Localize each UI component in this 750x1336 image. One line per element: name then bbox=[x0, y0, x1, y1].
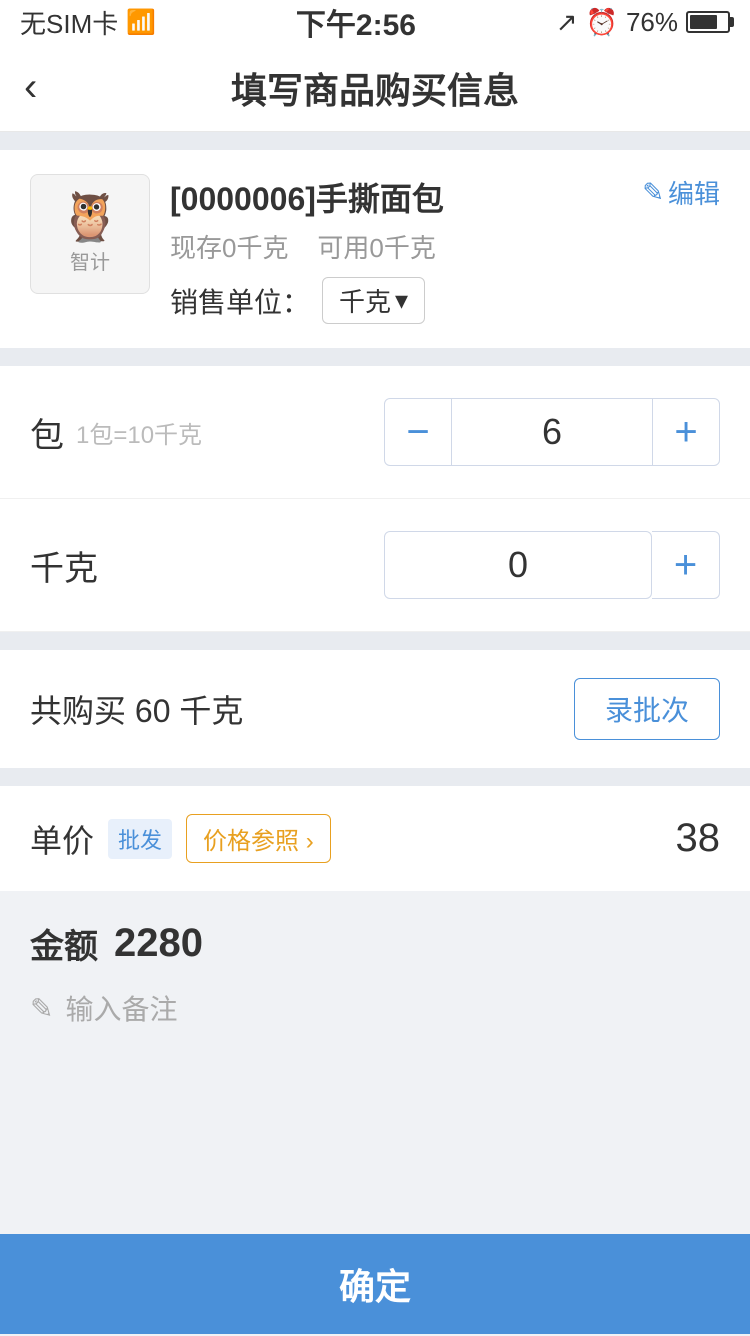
amount-section: 金额 2280 ✎ 输入备注 bbox=[0, 891, 750, 1056]
unit-dropdown[interactable]: 千克 ▾ bbox=[322, 277, 425, 324]
price-value: 38 bbox=[676, 816, 721, 861]
top-divider bbox=[0, 132, 750, 150]
product-title: 手撕面包 bbox=[316, 181, 444, 217]
total-row: 共购买 60 千克 录批次 bbox=[0, 650, 750, 768]
bao-increment-button[interactable]: + bbox=[652, 398, 720, 466]
product-thumb-icon: 🦉 bbox=[60, 194, 120, 242]
product-unit-row: 销售单位： 千克 ▾ bbox=[170, 277, 720, 324]
wifi-icon: 📶 bbox=[126, 8, 156, 37]
bao-quantity-control: − + bbox=[384, 398, 720, 466]
product-stock: 现存0千克 可用0千克 bbox=[170, 228, 720, 265]
kg-quantity-control: + bbox=[384, 531, 720, 599]
product-name: [0000006]手撕面包 bbox=[170, 174, 444, 220]
product-header: [0000006]手撕面包 ✎ 编辑 bbox=[170, 174, 720, 220]
product-info: [0000006]手撕面包 ✎ 编辑 现存0千克 可用0千克 销售单位： 千克 … bbox=[170, 174, 720, 324]
edit-label: 编辑 bbox=[668, 174, 720, 211]
amount-row: 金额 2280 bbox=[30, 919, 720, 968]
status-bar: 无SIM卡 📶 下午2:56 ↗ ⏰ 76% bbox=[0, 0, 750, 44]
price-label: 单价 bbox=[30, 816, 94, 862]
note-placeholder: 输入备注 bbox=[65, 988, 177, 1028]
bao-hint: 1包=10千克 bbox=[76, 415, 202, 450]
price-label-row: 单价 批发 价格参照 › bbox=[30, 814, 331, 863]
edit-icon: ✎ bbox=[642, 177, 664, 208]
price-section: 单价 批发 价格参照 › 38 bbox=[0, 786, 750, 891]
product-thumb-label: 智计 bbox=[70, 246, 110, 275]
carrier-text: 无SIM卡 bbox=[20, 4, 118, 41]
gps-icon: ↗ bbox=[556, 7, 578, 38]
total-text: 共购买 60 千克 bbox=[30, 686, 243, 732]
confirm-button[interactable]: 确定 bbox=[0, 1234, 750, 1334]
quantity-bao-section: 包 1包=10千克 − + bbox=[0, 366, 750, 499]
status-carrier: 无SIM卡 📶 bbox=[20, 4, 156, 41]
dropdown-arrow-icon: ▾ bbox=[395, 285, 408, 316]
mid-divider-2 bbox=[0, 632, 750, 650]
mid-divider-1 bbox=[0, 348, 750, 366]
status-right: ↗ ⏰ 76% bbox=[556, 7, 730, 38]
current-stock: 现存0千克 bbox=[170, 233, 288, 263]
mid-divider-3 bbox=[0, 768, 750, 786]
back-button[interactable]: ‹ bbox=[24, 65, 37, 110]
status-time: 下午2:56 bbox=[296, 0, 416, 44]
amount-label: 金额 bbox=[30, 919, 98, 968]
bao-decrement-button[interactable]: − bbox=[384, 398, 452, 466]
edit-button[interactable]: ✎ 编辑 bbox=[642, 174, 720, 211]
available-stock: 可用0千克 bbox=[317, 233, 435, 263]
bao-quantity-input[interactable] bbox=[452, 398, 652, 466]
product-card: 🦉 智计 [0000006]手撕面包 ✎ 编辑 现存0千克 可用0千克 销售单位… bbox=[0, 150, 750, 348]
battery-icon bbox=[686, 11, 730, 33]
nav-bar: ‹ 填写商品购买信息 bbox=[0, 44, 750, 132]
kg-label-row: 千克 bbox=[30, 541, 98, 590]
unit-label: 销售单位： bbox=[170, 281, 310, 321]
bao-label-row: 包 1包=10千克 bbox=[30, 408, 202, 457]
batch-record-button[interactable]: 录批次 bbox=[574, 678, 720, 740]
quantity-kg-section: 千克 + bbox=[0, 499, 750, 632]
unit-value: 千克 bbox=[339, 282, 391, 319]
page-title: 填写商品购买信息 bbox=[231, 62, 519, 114]
kg-quantity-input[interactable] bbox=[384, 531, 652, 599]
battery-percent: 76% bbox=[626, 7, 678, 38]
amount-value: 2280 bbox=[114, 921, 203, 966]
note-icon: ✎ bbox=[30, 992, 53, 1025]
kg-label: 千克 bbox=[30, 541, 98, 590]
alarm-icon: ⏰ bbox=[586, 7, 618, 38]
kg-increment-button[interactable]: + bbox=[652, 531, 720, 599]
note-row[interactable]: ✎ 输入备注 bbox=[30, 988, 720, 1028]
product-thumbnail: 🦉 智计 bbox=[30, 174, 150, 294]
price-reference-button[interactable]: 价格参照 › bbox=[186, 814, 331, 863]
batch-tag: 批发 bbox=[108, 819, 172, 859]
product-id: [0000006] bbox=[170, 181, 316, 217]
bao-label: 包 bbox=[30, 408, 64, 457]
